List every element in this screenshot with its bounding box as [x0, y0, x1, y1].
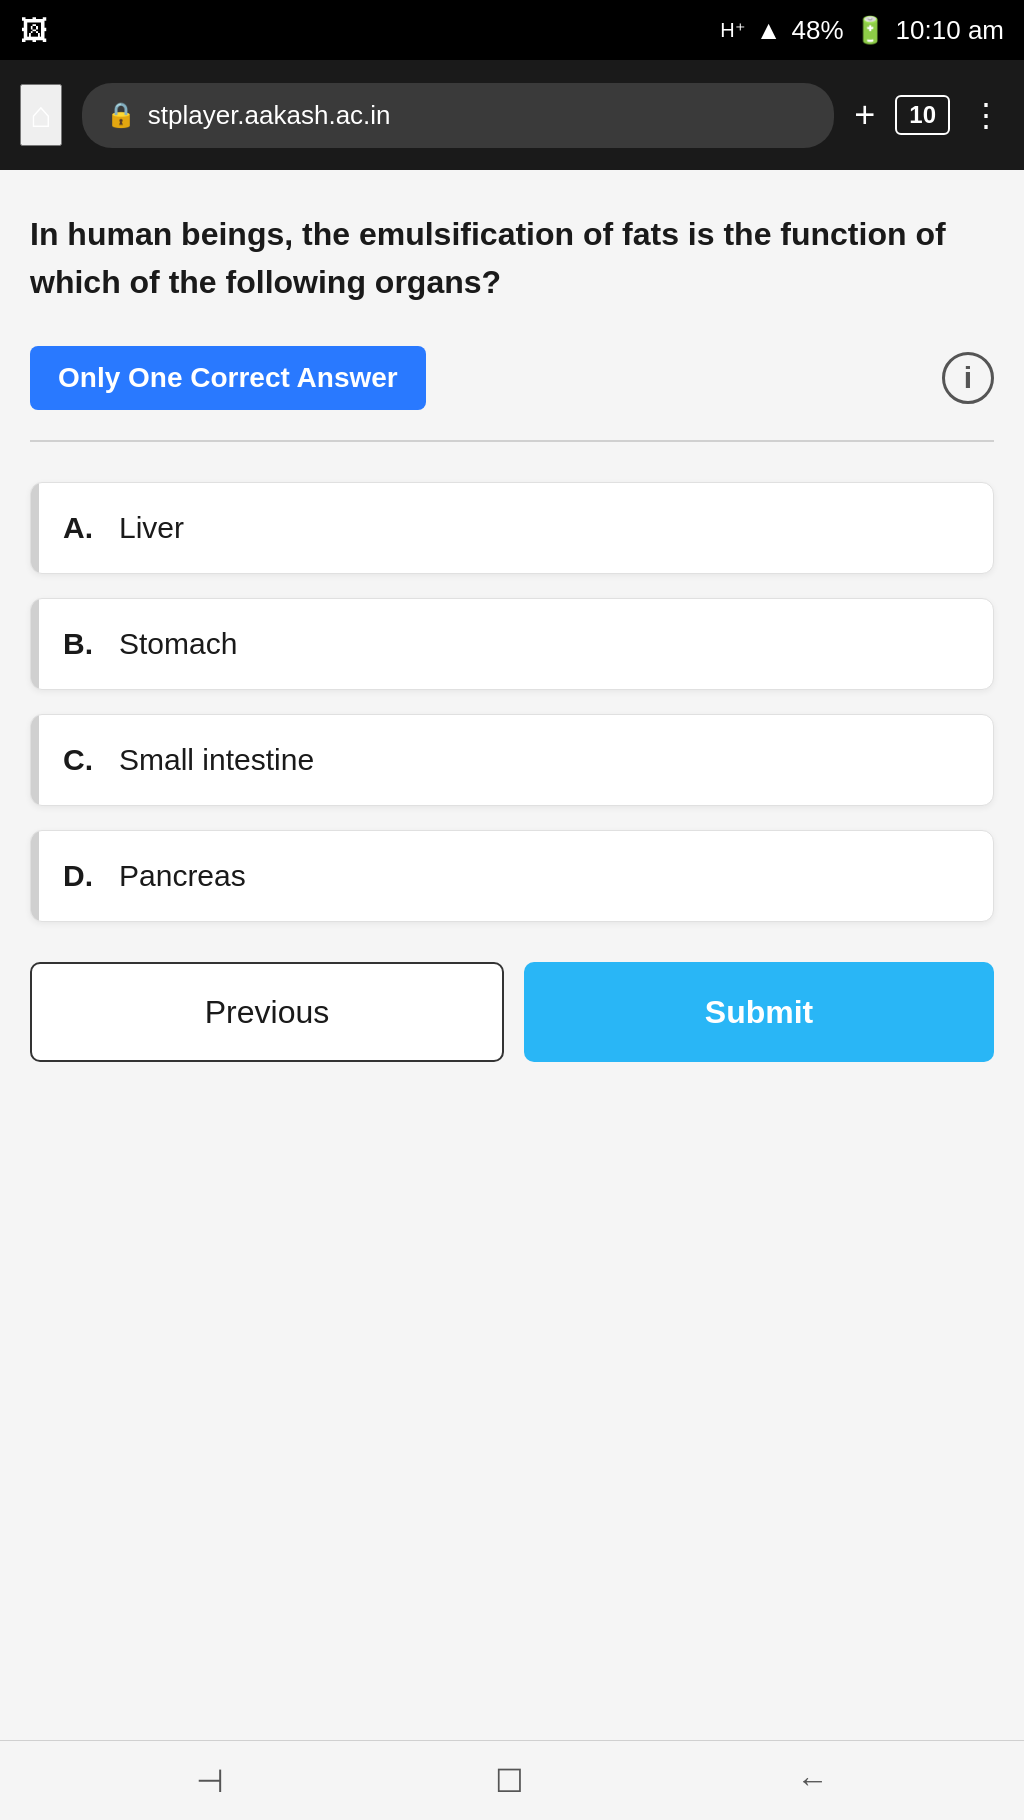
- browser-bar: ⌂ 🔒 stplayer.aakash.ac.in + 10 ⋮: [0, 60, 1024, 170]
- question-text: In human beings, the emulsification of f…: [30, 210, 994, 306]
- option-a[interactable]: A. Liver: [30, 482, 994, 574]
- home-button[interactable]: ⌂: [20, 84, 62, 146]
- option-b[interactable]: B. Stomach: [30, 598, 994, 690]
- home-icon: ⌂: [30, 94, 52, 135]
- option-a-text: Liver: [119, 483, 993, 573]
- menu-button[interactable]: ⋮: [970, 96, 1004, 134]
- battery-icon: 🔋: [854, 15, 886, 46]
- tab-count-box[interactable]: 10: [895, 95, 950, 135]
- option-c[interactable]: C. Small intestine: [30, 714, 994, 806]
- status-bar-left: 🖼: [20, 14, 48, 47]
- option-d-text: Pancreas: [119, 831, 993, 921]
- option-b-bar: [31, 599, 39, 689]
- url-text: stplayer.aakash.ac.in: [148, 100, 391, 131]
- previous-button[interactable]: Previous: [30, 962, 504, 1062]
- nav-recent-icon[interactable]: ⊣: [196, 1762, 224, 1800]
- bottom-nav: ⊣ ☐ ←: [0, 1740, 1024, 1820]
- option-c-text: Small intestine: [119, 715, 993, 805]
- add-tab-button[interactable]: +: [854, 94, 875, 136]
- time-display: 10:10 am: [896, 15, 1004, 46]
- option-a-label: A.: [39, 511, 119, 545]
- option-d[interactable]: D. Pancreas: [30, 830, 994, 922]
- battery-text: 48%: [792, 15, 844, 46]
- option-a-bar: [31, 483, 39, 573]
- main-content: In human beings, the emulsification of f…: [0, 170, 1024, 1740]
- option-b-text: Stomach: [119, 599, 993, 689]
- divider: [30, 440, 994, 442]
- option-d-bar: [31, 831, 39, 921]
- lock-icon: 🔒: [106, 101, 136, 129]
- status-bar: 🖼 H⁺ ▲ 48% 🔋 10:10 am: [0, 0, 1024, 60]
- question-type-badge: Only One Correct Answer: [30, 346, 426, 410]
- submit-button[interactable]: Submit: [524, 962, 994, 1062]
- url-bar[interactable]: 🔒 stplayer.aakash.ac.in: [82, 83, 835, 148]
- question-type-row: Only One Correct Answer i: [30, 346, 994, 410]
- screenshot-icon: 🖼: [20, 14, 48, 47]
- option-b-label: B.: [39, 627, 119, 661]
- info-icon-button[interactable]: i: [942, 352, 994, 404]
- nav-back-icon[interactable]: ←: [796, 1762, 828, 1799]
- browser-actions: + 10 ⋮: [854, 94, 1004, 136]
- option-d-label: D.: [39, 859, 119, 893]
- nav-home-icon[interactable]: ☐: [495, 1762, 524, 1800]
- option-c-label: C.: [39, 743, 119, 777]
- signal-icon: H⁺: [720, 18, 745, 42]
- options-list: A. Liver B. Stomach C. Small intestine D…: [30, 482, 994, 922]
- option-c-bar: [31, 715, 39, 805]
- signal-bars-icon: ▲: [756, 15, 782, 46]
- status-bar-right: H⁺ ▲ 48% 🔋 10:10 am: [720, 15, 1004, 46]
- bottom-buttons: Previous Submit: [30, 962, 994, 1062]
